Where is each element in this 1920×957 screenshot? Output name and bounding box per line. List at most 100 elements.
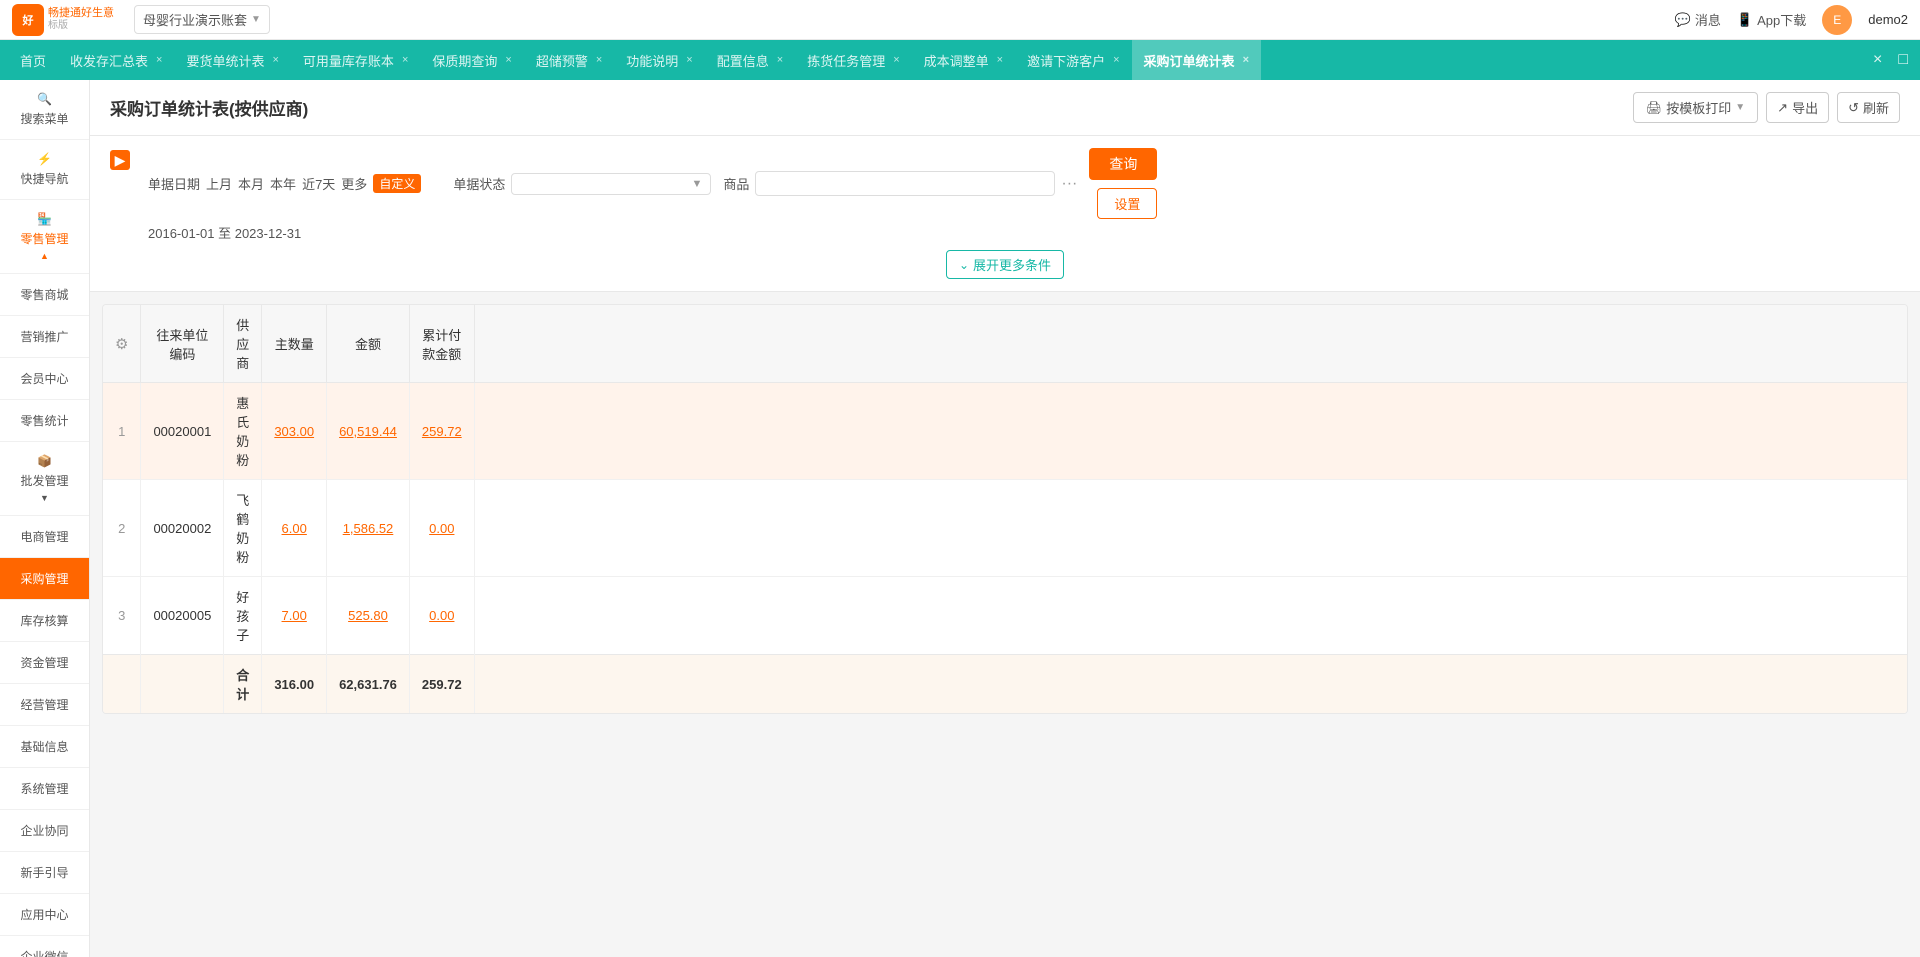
tab-pick-task[interactable]: 拣货任务管理 × <box>795 40 911 80</box>
cell-code-3: 00020005 <box>141 577 224 655</box>
filter-status-item: 单据状态 ▼ <box>453 173 711 195</box>
date-custom-tag[interactable]: 自定义 <box>373 174 421 193</box>
footer-empty <box>474 655 1907 714</box>
tab-function-desc-close[interactable]: × <box>686 54 692 66</box>
top-bar-left: 好 畅捷通好生意 标版 母婴行业演示账套 ▼ <box>12 4 270 36</box>
sidebar-item-wholesale[interactable]: 📦 批发管理 ▼ <box>0 442 89 516</box>
tab-available-stock[interactable]: 可用量库存账本 × <box>291 40 420 80</box>
cell-amount-2[interactable]: 1,586.52 <box>327 480 410 577</box>
goods-filter-more-icon[interactable]: ··· <box>1061 175 1077 193</box>
nav-max-btn[interactable]: □ <box>1894 51 1912 69</box>
query-btn[interactable]: 查询 <box>1089 148 1157 180</box>
cell-amount-3[interactable]: 525.80 <box>327 577 410 655</box>
sidebar-item-retail-mgmt[interactable]: 🏪 零售管理 ▲ <box>0 200 89 274</box>
cell-supplier-2: 飞鹤奶粉 <box>224 480 262 577</box>
cell-amount-1[interactable]: 60,519.44 <box>327 383 410 480</box>
sidebar-item-retail-stats[interactable]: 零售统计 <box>0 400 89 442</box>
tab-home[interactable]: 首页 <box>8 40 58 80</box>
sidebar-item-wechat[interactable]: 企业微信 <box>0 936 89 957</box>
tab-overstock-warning[interactable]: 超储预警 × <box>524 40 614 80</box>
sidebar-item-newguide[interactable]: 新手引导 <box>0 852 89 894</box>
date-shortcut-more[interactable]: 更多 <box>341 174 367 193</box>
tab-available-stock-close[interactable]: × <box>402 54 408 66</box>
cell-supplier-1: 惠氏奶粉 <box>224 383 262 480</box>
sidebar-item-appcenter[interactable]: 应用中心 <box>0 894 89 936</box>
date-shortcut-7days[interactable]: 近7天 <box>302 174 335 193</box>
sidebar-item-retail-mall[interactable]: 零售商城 <box>0 274 89 316</box>
sidebar-item-operations[interactable]: 经营管理 <box>0 684 89 726</box>
workspace-selector[interactable]: 母婴行业演示账套 ▼ <box>134 5 270 34</box>
col-settings: ⚙ <box>103 305 141 383</box>
tab-cost-adjust-close[interactable]: × <box>997 54 1003 66</box>
tab-receive-summary[interactable]: 收发存汇总表 × <box>58 40 174 80</box>
tab-cost-adjust[interactable]: 成本调整单 × <box>912 40 1015 80</box>
table-footer-row: 合计 316.00 62,631.76 259.72 <box>103 655 1907 714</box>
sidebar-item-system[interactable]: 系统管理 <box>0 768 89 810</box>
date-shortcut-lastmonth[interactable]: 上月 <box>206 174 232 193</box>
tab-purchase-order-stats[interactable]: 采购订单统计表 × <box>1132 40 1261 80</box>
filter-expand-btn[interactable]: ▶ <box>110 150 130 170</box>
goods-filter-input[interactable] <box>755 171 1055 196</box>
expand-more-btn[interactable]: ⌄ 展开更多条件 <box>946 250 1064 279</box>
nav-right-buttons: × □ <box>1869 51 1912 69</box>
tab-config[interactable]: 配置信息 × <box>705 40 795 80</box>
col-qty: 主数量 <box>262 305 327 383</box>
cell-qty-3[interactable]: 7.00 <box>262 577 327 655</box>
tab-config-close[interactable]: × <box>777 54 783 66</box>
cell-qty-2[interactable]: 6.00 <box>262 480 327 577</box>
date-shortcut-thisyear[interactable]: 本年 <box>270 174 296 193</box>
cell-qty-1[interactable]: 303.00 <box>262 383 327 480</box>
cell-paid-3[interactable]: 0.00 <box>409 577 474 655</box>
quicknav-icon: ⚡ <box>37 152 52 166</box>
tab-invite-downstream[interactable]: 邀请下游客户 × <box>1015 40 1131 80</box>
sidebar-item-basic-info[interactable]: 基础信息 <box>0 726 89 768</box>
user-name[interactable]: demo2 <box>1868 12 1908 27</box>
status-select[interactable]: ▼ <box>511 173 711 195</box>
sidebar-item-search[interactable]: 🔍 搜索菜单 <box>0 80 89 140</box>
app-download-btn[interactable]: 📱 App下载 <box>1737 10 1806 29</box>
tab-pick-task-close[interactable]: × <box>893 54 899 66</box>
sidebar-item-marketing[interactable]: 营销推广 <box>0 316 89 358</box>
message-btn[interactable]: 💬 消息 <box>1675 10 1721 29</box>
nav-close-btn[interactable]: × <box>1869 51 1886 69</box>
export-btn[interactable]: ↗ 导出 <box>1766 92 1829 123</box>
tab-function-desc[interactable]: 功能说明 × <box>614 40 704 80</box>
footer-label: 合计 <box>224 655 262 714</box>
app-icon: 📱 <box>1737 12 1753 28</box>
user-avatar[interactable]: E <box>1822 5 1852 35</box>
tab-overstock-warning-close[interactable]: × <box>596 54 602 66</box>
tab-receive-summary-close[interactable]: × <box>156 54 162 66</box>
wholesale-arrow: ▼ <box>40 493 49 503</box>
sidebar-item-member[interactable]: 会员中心 <box>0 358 89 400</box>
cell-supplier-3: 好孩子 <box>224 577 262 655</box>
status-filter-label: 单据状态 <box>453 174 505 193</box>
tab-order-stats-close[interactable]: × <box>272 54 278 66</box>
tab-purchase-order-stats-close[interactable]: × <box>1243 54 1249 66</box>
cell-paid-2[interactable]: 0.00 <box>409 480 474 577</box>
settings-btn[interactable]: 设置 <box>1097 188 1157 219</box>
main-content: 采购订单统计表(按供应商) 🖨 按模板打印 ▼ ↗ 导出 ↺ 刷新 <box>90 80 1920 957</box>
filter-goods-item: 商品 ··· <box>723 171 1077 196</box>
col-settings-icon[interactable]: ⚙ <box>115 336 128 353</box>
date-shortcut-thismonth[interactable]: 本月 <box>238 174 264 193</box>
tab-expiry-query[interactable]: 保质期查询 × <box>420 40 523 80</box>
sidebar-item-purchase[interactable]: 采购管理 <box>0 558 89 600</box>
sidebar-item-inventory[interactable]: 库存核算 <box>0 600 89 642</box>
sidebar-item-quicknav[interactable]: ⚡ 快捷导航 <box>0 140 89 200</box>
sidebar-item-ecommerce[interactable]: 电商管理 <box>0 516 89 558</box>
print-btn[interactable]: 🖨 按模板打印 ▼ <box>1633 92 1758 123</box>
sidebar-item-finance[interactable]: 资金管理 <box>0 642 89 684</box>
print-dropdown-icon: ▼ <box>1735 102 1745 113</box>
cell-paid-1[interactable]: 259.72 <box>409 383 474 480</box>
tab-expiry-query-label: 保质期查询 <box>432 51 497 70</box>
data-table: ⚙ 往来单位编码 供应商 主数量 金额 累计付款金额 1 00020001 <box>103 305 1907 713</box>
footer-paid: 259.72 <box>409 655 474 714</box>
tab-expiry-query-close[interactable]: × <box>505 54 511 66</box>
refresh-btn[interactable]: ↺ 刷新 <box>1837 92 1900 123</box>
tab-order-stats[interactable]: 要货单统计表 × <box>174 40 290 80</box>
cell-empty-2 <box>474 480 1907 577</box>
date-range-display: 2016-01-01 至 2023-12-31 <box>148 223 301 242</box>
tab-invite-downstream-close[interactable]: × <box>1113 54 1119 66</box>
sidebar-item-enterprise[interactable]: 企业协同 <box>0 810 89 852</box>
top-bar: 好 畅捷通好生意 标版 母婴行业演示账套 ▼ 💬 消息 📱 App下载 E de… <box>0 0 1920 40</box>
